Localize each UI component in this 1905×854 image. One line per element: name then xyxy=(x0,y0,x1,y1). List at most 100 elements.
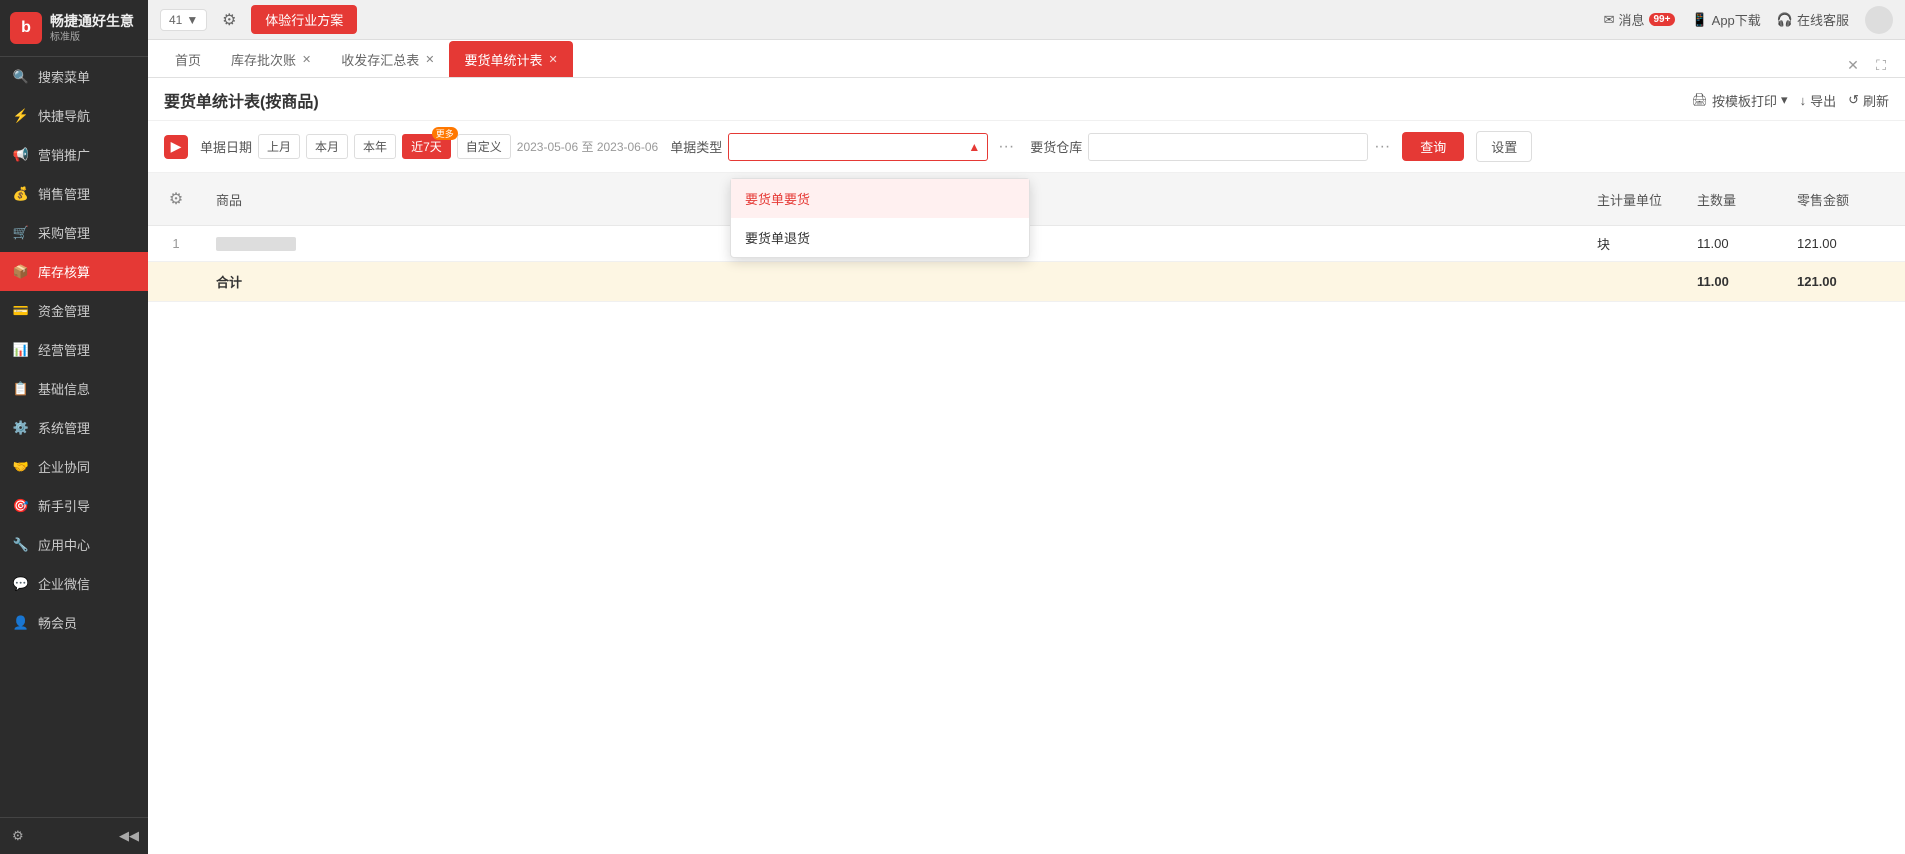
enterprise-icon: 🤝 xyxy=(12,458,30,476)
trial-industry-button[interactable]: 体验行业方案 xyxy=(251,5,357,34)
sidebar-logo: b 畅捷通好生意 标准版 xyxy=(0,0,148,57)
type-select-input[interactable] xyxy=(728,133,988,161)
settings-footer-btn[interactable]: ⚙ xyxy=(12,828,24,844)
sidebar-item-enterprise[interactable]: 🤝 企业协同 xyxy=(0,447,148,486)
messages-button[interactable]: ✉ 消息 99+ xyxy=(1604,10,1676,29)
refresh-button[interactable]: ↺ 刷新 xyxy=(1848,91,1889,110)
tab-order-stats-close[interactable]: ✕ xyxy=(549,53,558,66)
date-btn-last-month[interactable]: 上月 xyxy=(258,134,300,159)
dropdown-option-order-goods[interactable]: 要货单要货 xyxy=(731,179,1029,218)
tab-home-label: 首页 xyxy=(175,50,201,69)
tab-order-stats[interactable]: 要货单统计表 ✕ xyxy=(449,41,572,77)
top-header: 41 ▼ ⚙ 体验行业方案 ✉ 消息 99+ 📱 App下载 🎧 在线客服 xyxy=(148,0,1905,40)
system-icon: ⚙️ xyxy=(12,419,30,437)
settings-filter-button[interactable]: 设置 xyxy=(1476,131,1532,162)
tab-stock-summary[interactable]: 收发存汇总表 ✕ xyxy=(326,41,449,77)
sidebar-item-marketing[interactable]: 📢 营销推广 xyxy=(0,135,148,174)
page-header: 要货单统计表(按商品) 🖨 按模板打印 ▾ ↓ 导出 ↺ 刷新 xyxy=(148,78,1905,121)
sidebar-label-sales: 销售管理 xyxy=(38,184,90,203)
tab-inventory-batch-close[interactable]: ✕ xyxy=(302,53,311,66)
type-select-arrow[interactable]: ▲ xyxy=(968,140,980,154)
finance-icon: 💳 xyxy=(12,302,30,320)
print-button[interactable]: 🖨 按模板打印 ▾ xyxy=(1692,91,1788,110)
sidebar-label-purchase: 采购管理 xyxy=(38,223,90,242)
table-cell-no: 1 xyxy=(148,226,204,262)
warehouse-more-icon[interactable]: ··· xyxy=(1374,138,1390,156)
print-arrow-icon: ▾ xyxy=(1781,92,1788,108)
tab-close-all-btn[interactable]: ✕ xyxy=(1841,53,1865,77)
table-footer-empty xyxy=(148,262,204,302)
warehouse-filter-group: 要货仓库 ··· xyxy=(1030,133,1390,161)
table-header-quantity: 主数量 xyxy=(1685,173,1785,226)
page-title: 要货单统计表(按商品) xyxy=(164,88,319,112)
online-service-label: 在线客服 xyxy=(1797,10,1849,29)
date-filter-group: 单据日期 上月 本月 本年 近7天 更多 自定义 2023-05-06 至 20… xyxy=(200,134,658,159)
sidebar-item-system[interactable]: ⚙️ 系统管理 xyxy=(0,408,148,447)
table-footer-quantity: 11.00 xyxy=(1685,262,1785,302)
table-footer-row: 合计 11.00 121.00 xyxy=(148,262,1905,302)
sidebar-item-purchase[interactable]: 🛒 采购管理 xyxy=(0,213,148,252)
sidebar-collapse-btn[interactable]: ◀◀ xyxy=(122,828,136,844)
header-left: 41 ▼ ⚙ 体验行业方案 xyxy=(160,5,357,34)
tab-stock-summary-close[interactable]: ✕ xyxy=(425,53,434,66)
sidebar-label-member: 畅会员 xyxy=(38,613,77,632)
type-filter-label: 单据类型 xyxy=(670,137,722,156)
logo-icon: b xyxy=(10,12,42,44)
tab-inventory-batch[interactable]: 库存批次账 ✕ xyxy=(216,41,326,77)
tab-expand-btn[interactable]: ⛶ xyxy=(1869,53,1893,77)
tab-inventory-batch-label: 库存批次账 xyxy=(231,50,296,69)
type-select-more[interactable]: ··· xyxy=(994,135,1018,159)
sidebar-item-management[interactable]: 📊 经营管理 xyxy=(0,330,148,369)
date-filter-label: 单据日期 xyxy=(200,137,252,156)
sidebar-label-guide: 新手引导 xyxy=(38,496,90,515)
logo-sub-text: 标准版 xyxy=(50,31,134,44)
app-download-button[interactable]: 📱 App下载 xyxy=(1691,10,1760,29)
tab-order-stats-label: 要货单统计表 xyxy=(464,50,542,69)
page-area: 要货单统计表(按商品) 🖨 按模板打印 ▾ ↓ 导出 ↺ 刷新 xyxy=(148,78,1905,854)
date-btn-custom[interactable]: 自定义 xyxy=(457,134,511,159)
sidebar-label-wechat: 企业微信 xyxy=(38,574,90,593)
member-icon: 👤 xyxy=(12,614,30,632)
table-settings-icon[interactable]: ⚙ xyxy=(160,183,192,215)
tab-home[interactable]: 首页 xyxy=(160,41,216,77)
filter-expand-button[interactable]: ▶ xyxy=(164,135,188,159)
print-icon: 🖨 xyxy=(1692,92,1709,108)
sidebar-item-app-center[interactable]: 🔧 应用中心 xyxy=(0,525,148,564)
sidebar-item-quick-nav[interactable]: ⚡ 快捷导航 xyxy=(0,96,148,135)
sidebar-item-wechat[interactable]: 💬 企业微信 xyxy=(0,564,148,603)
date-btn-last-7days[interactable]: 近7天 更多 xyxy=(402,134,451,159)
chevron-down-icon: ▼ xyxy=(186,13,198,27)
sidebar-item-guide[interactable]: 🎯 新手引导 xyxy=(0,486,148,525)
table-footer-label: 合计 xyxy=(204,262,1685,302)
sidebar-item-member[interactable]: 👤 畅会员 xyxy=(0,603,148,642)
query-button[interactable]: 查询 xyxy=(1402,132,1464,161)
page-header-actions: 🖨 按模板打印 ▾ ↓ 导出 ↺ 刷新 xyxy=(1692,91,1890,110)
warehouse-filter-label: 要货仓库 xyxy=(1030,137,1082,156)
tab-stock-summary-label: 收发存汇总表 xyxy=(341,50,419,69)
company-selector[interactable]: 41 ▼ xyxy=(160,9,207,31)
message-icon: ✉ xyxy=(1604,12,1615,28)
sidebar-item-finance[interactable]: 💳 资金管理 xyxy=(0,291,148,330)
export-button[interactable]: ↓ 导出 xyxy=(1800,91,1837,110)
app-download-label: App下载 xyxy=(1712,10,1761,29)
date-btn-this-month[interactable]: 本月 xyxy=(306,134,348,159)
sidebar-item-sales[interactable]: 💰 销售管理 xyxy=(0,174,148,213)
online-service-button[interactable]: 🎧 在线客服 xyxy=(1777,10,1849,29)
warehouse-select-input[interactable] xyxy=(1088,133,1368,161)
messages-label: 消息 xyxy=(1618,10,1644,29)
user-avatar[interactable] xyxy=(1865,6,1893,34)
header-settings-button[interactable]: ⚙ xyxy=(215,6,243,34)
table-cell-unit: 块 xyxy=(1585,226,1685,262)
sidebar-nav: 🔍 搜索菜单 ⚡ 快捷导航 📢 营销推广 💰 销售管理 🛒 采购管理 📦 库存核… xyxy=(0,57,148,817)
dropdown-option-order-return[interactable]: 要货单退货 xyxy=(731,218,1029,257)
sidebar-item-inventory[interactable]: 📦 库存核算 xyxy=(0,252,148,291)
sidebar-label-enterprise: 企业协同 xyxy=(38,457,90,476)
sidebar-item-basic-info[interactable]: 📋 基础信息 xyxy=(0,369,148,408)
sidebar-item-search[interactable]: 🔍 搜索菜单 xyxy=(0,57,148,96)
sidebar: b 畅捷通好生意 标准版 🔍 搜索菜单 ⚡ 快捷导航 📢 营销推广 💰 销售管理… xyxy=(0,0,148,854)
date-btn-this-year[interactable]: 本年 xyxy=(354,134,396,159)
tab-bar: 首页 库存批次账 ✕ 收发存汇总表 ✕ 要货单统计表 ✕ ✕ ⛶ xyxy=(148,40,1905,78)
wechat-icon: 💬 xyxy=(12,575,30,593)
type-select-wrapper: ▲ xyxy=(728,133,988,161)
export-icon: ↓ xyxy=(1800,93,1807,108)
